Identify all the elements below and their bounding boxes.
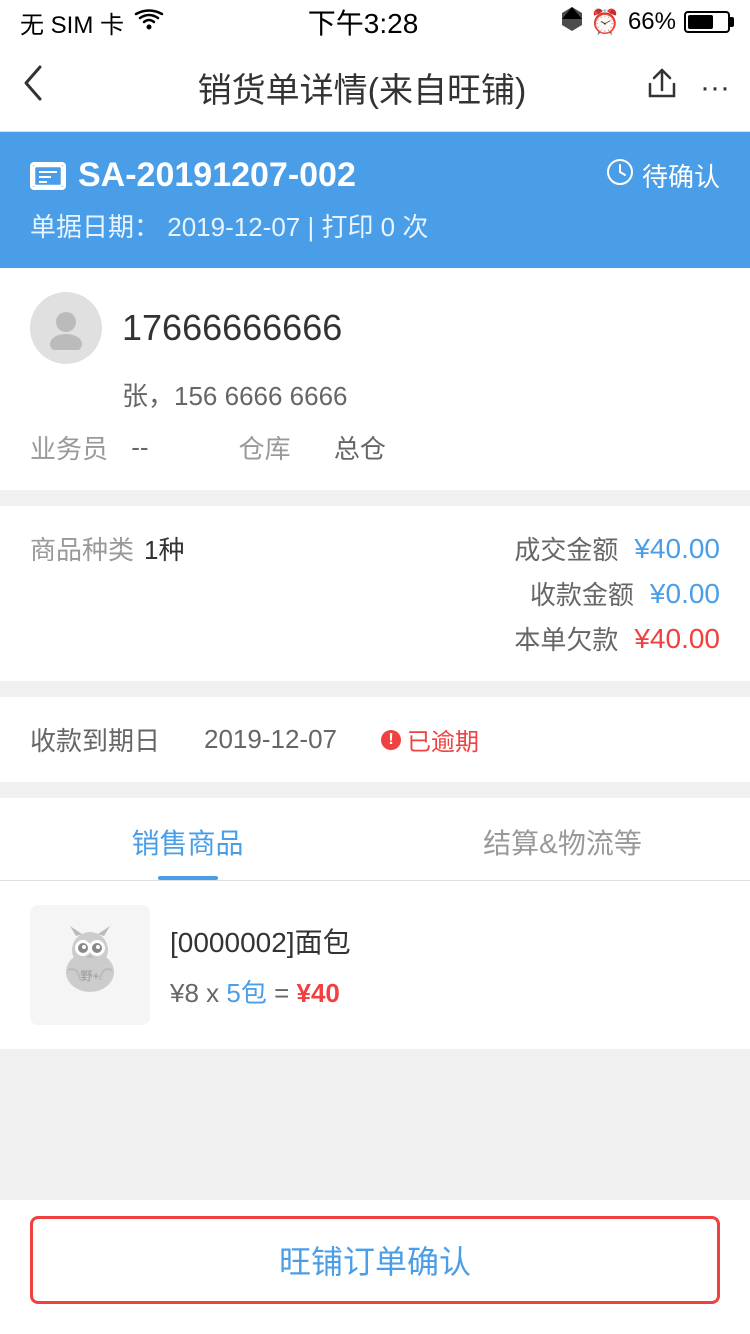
paid-amount-value: ¥0.00 bbox=[650, 578, 720, 610]
back-button[interactable] bbox=[20, 63, 80, 112]
tabs-section: 销售商品 结算&物流等 bbox=[0, 798, 750, 1049]
clock-icon bbox=[606, 158, 634, 193]
product-thumb-icon: 野+ bbox=[50, 920, 130, 1011]
due-date-value: 2019-12-07 bbox=[204, 724, 337, 755]
location-icon bbox=[562, 7, 582, 38]
page-title: 销货单详情(来自旺铺) bbox=[80, 63, 644, 112]
paid-amount-label: 收款金额 bbox=[530, 575, 634, 612]
order-id-section: SA-20191207-002 bbox=[30, 156, 356, 195]
deal-amount-label: 成交金额 bbox=[514, 530, 618, 567]
print-info: | 打印 0 次 bbox=[307, 212, 428, 242]
bottom-bar: 旺铺订单确认 bbox=[0, 1200, 750, 1334]
total-price: ¥40 bbox=[297, 978, 340, 1008]
order-status: 待确认 bbox=[606, 157, 720, 194]
equals-sign: = bbox=[274, 978, 296, 1008]
nav-actions: ··· bbox=[644, 66, 730, 110]
battery-percent: 66% bbox=[628, 8, 676, 36]
tab-sales-products[interactable]: 销售商品 bbox=[0, 798, 375, 880]
overdue-badge: ! 已逾期 bbox=[381, 722, 479, 757]
avatar bbox=[30, 292, 102, 364]
status-text: 待确认 bbox=[642, 157, 720, 194]
status-bar: 无 SIM 卡 下午3:28 ⏰ 66% bbox=[0, 0, 750, 44]
warehouse-info: 仓库 总仓 bbox=[239, 429, 386, 466]
warehouse-value: 总仓 bbox=[334, 429, 386, 466]
svg-text:野+: 野+ bbox=[80, 969, 99, 983]
amount-summary: 成交金额 ¥40.00 收款金额 ¥0.00 本单欠款 ¥40.00 bbox=[514, 530, 720, 657]
deal-amount-value: ¥40.00 bbox=[634, 533, 720, 565]
order-doc-icon bbox=[30, 162, 66, 190]
share-button[interactable] bbox=[644, 66, 680, 110]
category-label: 商品种类 bbox=[30, 530, 134, 567]
customer-name: 张，156 6666 6666 bbox=[30, 376, 720, 413]
customer-section: 17666666666 张，156 6666 6666 业务员 -- 仓库 总仓 bbox=[0, 268, 750, 490]
date-label: 单据日期： bbox=[30, 212, 160, 242]
overdue-warning-icon: ! bbox=[381, 730, 401, 750]
quantity-value: 5包 bbox=[226, 978, 266, 1008]
order-header-banner: SA-20191207-002 待确认 单据日期： 2019-12-07 | 打… bbox=[0, 132, 750, 268]
warehouse-label: 仓库 bbox=[239, 429, 291, 466]
battery-icon bbox=[684, 11, 730, 33]
product-info: [0000002]面包 ¥8 x 5包 = ¥40 bbox=[170, 921, 720, 1010]
nav-bar: 销货单详情(来自旺铺) ··· bbox=[0, 44, 750, 132]
time-display: 下午3:28 bbox=[308, 2, 419, 42]
paid-amount-row: 收款金额 ¥0.00 bbox=[530, 575, 720, 612]
due-date-section: 收款到期日 2019-12-07 ! 已逾期 bbox=[0, 697, 750, 782]
sales-person-label: 业务员 bbox=[30, 429, 108, 466]
carrier-label: 无 SIM 卡 bbox=[20, 5, 124, 40]
category-info: 商品种类 1种 bbox=[30, 530, 514, 567]
due-date-label: 收款到期日 bbox=[30, 721, 160, 758]
wifi-icon bbox=[134, 8, 164, 37]
due-amount-row: 本单欠款 ¥40.00 bbox=[514, 620, 720, 657]
status-left: 无 SIM 卡 bbox=[20, 5, 164, 40]
sales-person-value: -- bbox=[131, 432, 148, 463]
tabs-header: 销售商品 结算&物流等 bbox=[0, 798, 750, 881]
price-unit: ¥8 x bbox=[170, 978, 226, 1008]
deal-amount-row: 成交金额 ¥40.00 bbox=[514, 530, 720, 567]
product-thumbnail: 野+ bbox=[30, 905, 150, 1025]
due-amount-value: ¥40.00 bbox=[634, 623, 720, 655]
due-amount-label: 本单欠款 bbox=[514, 620, 618, 657]
alarm-icon: ⏰ bbox=[590, 8, 620, 37]
category-value: 1种 bbox=[144, 530, 184, 567]
customer-meta: 业务员 -- 仓库 总仓 bbox=[30, 429, 720, 466]
product-price: ¥8 x 5包 = ¥40 bbox=[170, 973, 720, 1010]
tab-settlement-logistics[interactable]: 结算&物流等 bbox=[375, 798, 750, 880]
overdue-text: 已逾期 bbox=[407, 722, 479, 757]
more-button[interactable]: ··· bbox=[700, 71, 730, 105]
status-right: ⏰ 66% bbox=[562, 7, 730, 38]
customer-phone: 17666666666 bbox=[122, 307, 342, 349]
order-date: 2019-12-07 bbox=[167, 212, 300, 242]
product-item: 野+ [0000002]面包 ¥8 x 5包 = ¥40 bbox=[0, 881, 750, 1049]
wangpu-confirm-button[interactable]: 旺铺订单确认 bbox=[30, 1216, 720, 1304]
product-name: [0000002]面包 bbox=[170, 921, 720, 961]
summary-section: 商品种类 1种 成交金额 ¥40.00 收款金额 ¥0.00 本单欠款 ¥40.… bbox=[0, 506, 750, 681]
order-date-info: 单据日期： 2019-12-07 | 打印 0 次 bbox=[30, 207, 720, 244]
order-id: SA-20191207-002 bbox=[78, 156, 356, 195]
